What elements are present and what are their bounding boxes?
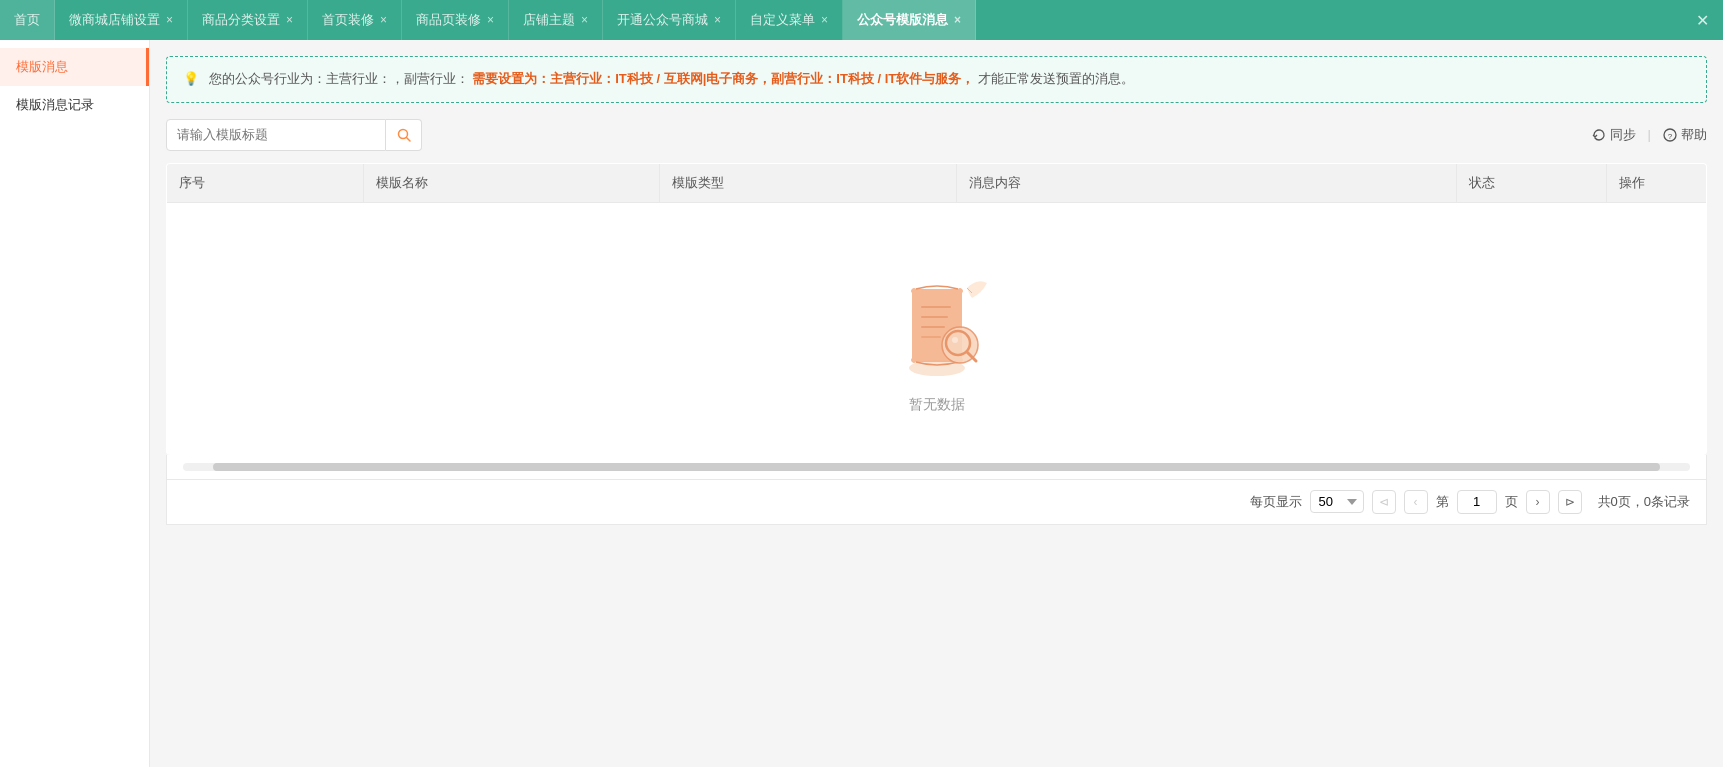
sync-label: 同步: [1610, 126, 1636, 144]
notice-suffix: 才能正常发送预置的消息。: [978, 71, 1134, 86]
sidebar: 模版消息模版消息记录: [0, 40, 150, 767]
col-header-action: 操作: [1607, 163, 1707, 202]
tab-open-mall[interactable]: 开通公众号商城×: [603, 0, 736, 40]
help-icon: ?: [1663, 128, 1677, 142]
tab-custom-menu[interactable]: 自定义菜单×: [736, 0, 843, 40]
help-button[interactable]: ? 帮助: [1663, 126, 1707, 144]
col-header-name: 模版名称: [363, 163, 660, 202]
tab-close-shop-theme[interactable]: ×: [581, 14, 588, 26]
notice-box: 💡 您的公众号行业为：主营行业：，副营行业： 需要设置为：主营行业：IT科技 /…: [166, 56, 1707, 103]
search-button[interactable]: [386, 119, 422, 151]
scroll-track[interactable]: [183, 463, 1690, 471]
tab-close-custom-menu[interactable]: ×: [821, 14, 828, 26]
sync-icon: [1592, 128, 1606, 142]
content-area: 💡 您的公众号行业为：主营行业：，副营行业： 需要设置为：主营行业：IT科技 /…: [150, 40, 1723, 767]
scroll-bar-wrapper: [166, 455, 1707, 480]
sync-button[interactable]: 同步: [1592, 126, 1636, 144]
tab-template-msg[interactable]: 公众号模版消息×: [843, 0, 976, 40]
first-page-button[interactable]: ⊲: [1372, 490, 1396, 514]
per-page-label: 每页显示: [1250, 493, 1302, 511]
total-text: 共0页，0条记录: [1598, 493, 1690, 511]
pagination: 每页显示 50 20 100 ⊲ ‹ 第 页 › ⊳ 共0页，0条记录: [166, 480, 1707, 525]
col-header-type: 模版类型: [660, 163, 957, 202]
empty-state: 暂无数据: [167, 203, 1706, 454]
help-label: 帮助: [1681, 126, 1707, 144]
tab-bar-close-button[interactable]: ✕: [1682, 0, 1723, 40]
svg-line-1: [406, 137, 410, 141]
toolbar-right: 同步 | ? 帮助: [1592, 126, 1707, 144]
svg-point-12: [952, 337, 958, 343]
prev-page-button[interactable]: ‹: [1404, 490, 1428, 514]
tab-shop-theme[interactable]: 店铺主题×: [509, 0, 603, 40]
svg-text:?: ?: [1668, 132, 1673, 141]
empty-text: 暂无数据: [167, 396, 1706, 414]
next-page-button[interactable]: ›: [1526, 490, 1550, 514]
notice-icon: 💡: [183, 71, 199, 86]
tab-close-shop-settings[interactable]: ×: [166, 14, 173, 26]
tab-close-open-mall[interactable]: ×: [714, 14, 721, 26]
search-input[interactable]: [166, 119, 386, 151]
notice-highlight: 需要设置为：主营行业：IT科技 / 互联网|电子商务，副营行业：IT科技 / I…: [472, 71, 974, 86]
tab-close-home-decoration[interactable]: ×: [380, 14, 387, 26]
tab-bar: 首页微商城店铺设置×商品分类设置×首页装修×商品页装修×店铺主题×开通公众号商城…: [0, 0, 1723, 40]
page-label: 第: [1436, 493, 1449, 511]
sidebar-item-template-msg[interactable]: 模版消息: [0, 48, 149, 86]
main-layout: 模版消息模版消息记录 💡 您的公众号行业为：主营行业：，副营行业： 需要设置为：…: [0, 40, 1723, 767]
tab-close-category-settings[interactable]: ×: [286, 14, 293, 26]
tab-shop-settings[interactable]: 微商城店铺设置×: [55, 0, 188, 40]
page-suffix: 页: [1505, 493, 1518, 511]
toolbar-divider: |: [1648, 127, 1651, 142]
col-header-index: 序号: [167, 163, 364, 202]
per-page-select[interactable]: 50 20 100: [1310, 490, 1364, 513]
empty-illustration: [872, 263, 1002, 393]
scroll-thumb[interactable]: [213, 463, 1660, 471]
tab-home-decoration[interactable]: 首页装修×: [308, 0, 402, 40]
page-input[interactable]: [1457, 490, 1497, 514]
search-bar: 同步 | ? 帮助: [166, 119, 1707, 151]
notice-prefix: 您的公众号行业为：主营行业：，副营行业：: [209, 71, 469, 86]
tab-product-decoration[interactable]: 商品页装修×: [402, 0, 509, 40]
col-header-content: 消息内容: [957, 163, 1457, 202]
search-icon: [397, 128, 411, 142]
sidebar-item-template-msg-record[interactable]: 模版消息记录: [0, 86, 149, 124]
tab-home[interactable]: 首页: [0, 0, 55, 40]
tab-category-settings[interactable]: 商品分类设置×: [188, 0, 308, 40]
col-header-status: 状态: [1457, 163, 1607, 202]
last-page-button[interactable]: ⊳: [1558, 490, 1582, 514]
data-table: 序号模版名称模版类型消息内容状态操作: [166, 163, 1707, 455]
tab-close-template-msg[interactable]: ×: [954, 14, 961, 26]
tab-close-product-decoration[interactable]: ×: [487, 14, 494, 26]
